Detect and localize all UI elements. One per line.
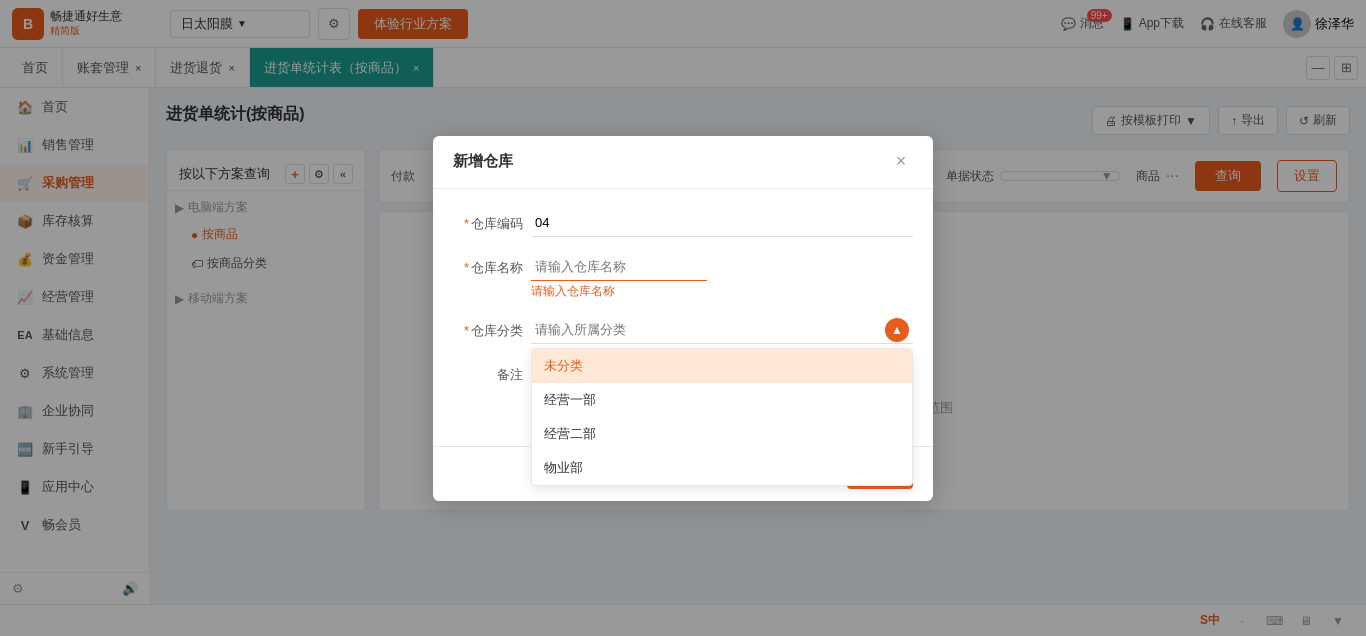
category-option-dept2[interactable]: 经营二部 [532,417,912,451]
dialog-body: 仓库编码 仓库名称 请输入仓库名称 仓库分类 ▲ 未分类 [433,189,933,446]
category-input[interactable] [531,316,913,344]
category-option-dept1[interactable]: 经营一部 [532,383,912,417]
code-label: 仓库编码 [453,209,523,233]
category-option-property[interactable]: 物业部 [532,451,912,485]
name-label: 仓库名称 [453,253,523,277]
note-label: 备注 [453,360,523,384]
name-input-wrap: 请输入仓库名称 [531,253,913,300]
dialog-close-button[interactable]: × [889,150,913,174]
modal-overlay: 新增仓库 × 仓库编码 仓库名称 请输入仓库名称 仓库分类 [0,0,1366,636]
name-input[interactable] [531,253,707,281]
form-row-code: 仓库编码 [453,209,913,237]
form-row-name: 仓库名称 请输入仓库名称 [453,253,913,300]
category-dropdown: 未分类 经营一部 经营二部 物业部 [531,348,913,486]
category-input-wrap: ▲ 未分类 经营一部 经营二部 物业部 [531,316,913,344]
category-option-unclassified[interactable]: 未分类 [532,349,912,383]
category-label: 仓库分类 [453,316,523,340]
code-input[interactable] [531,209,913,237]
add-warehouse-dialog: 新增仓库 × 仓库编码 仓库名称 请输入仓库名称 仓库分类 [433,136,933,501]
name-error-message: 请输入仓库名称 [531,283,913,300]
form-row-category: 仓库分类 ▲ 未分类 经营一部 经营二部 物业部 [453,316,913,344]
dialog-title: 新增仓库 [453,152,513,171]
category-toggle-button[interactable]: ▲ [885,318,909,342]
dialog-header: 新增仓库 × [433,136,933,189]
